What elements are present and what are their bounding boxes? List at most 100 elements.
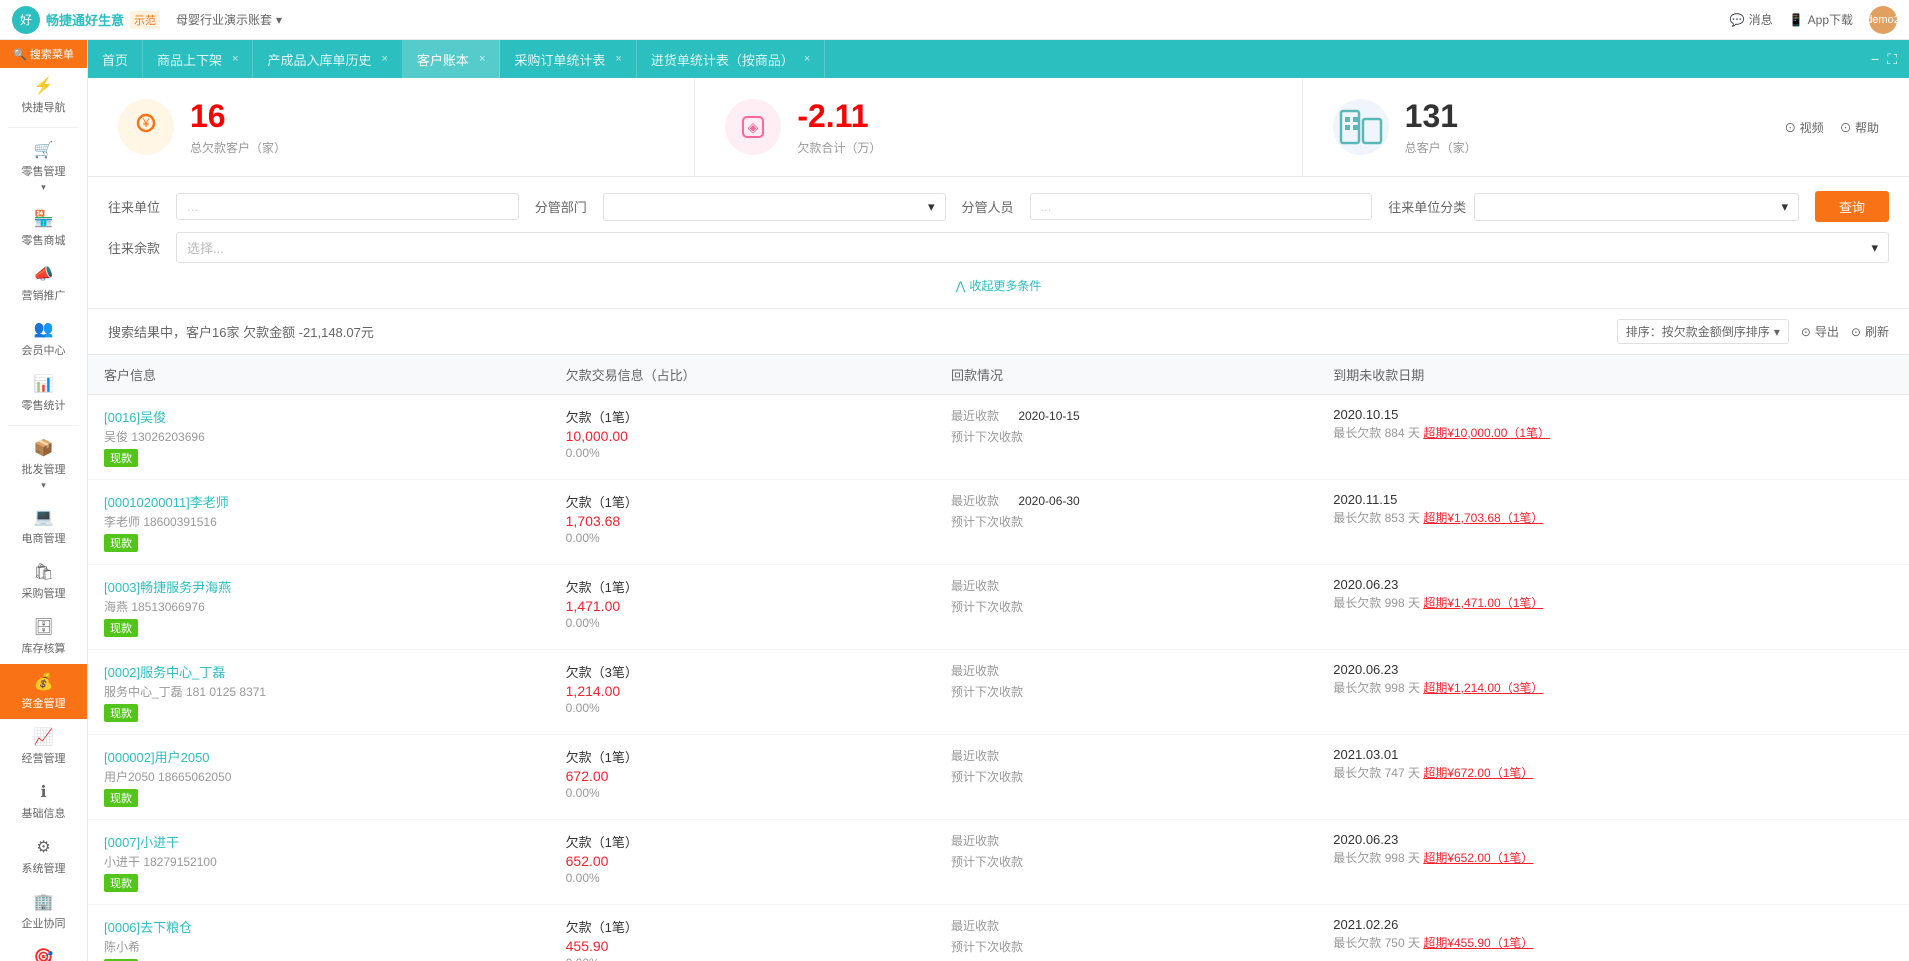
sort-select[interactable]: 排序：按欠款金额倒序排序 ▾ [1617, 319, 1789, 344]
recovery-next-4: 预计下次收款 [951, 768, 1301, 785]
tab-product-history[interactable]: 产成品入库单历史 × [253, 40, 402, 78]
tab-home[interactable]: 首页 [88, 40, 143, 78]
sidebar-item-quick-nav[interactable]: ⚡ 快捷导航 [0, 68, 87, 123]
sidebar-item-operations[interactable]: 📈 经营管理 [0, 719, 87, 774]
overdue-days-4: 最长欠款 747 天 超期¥672.00（1笔） [1333, 764, 1893, 781]
tab-close-customer-account[interactable]: × [479, 53, 485, 65]
sidebar-item-basic-info[interactable]: ℹ 基础信息 [0, 774, 87, 829]
overdue-days-6: 最长欠款 750 天 超期¥455.90（1笔） [1333, 934, 1893, 951]
customer-name-link-0[interactable]: [0016]吴俊 [104, 410, 166, 425]
cell-overdue-4: 2021.03.01 最长欠款 747 天 超期¥672.00（1笔） [1317, 735, 1909, 820]
overdue-amount-link-4[interactable]: 超期¥672.00（1笔） [1423, 766, 1533, 780]
sidebar-item-enterprise[interactable]: 🏢 企业协同 [0, 884, 87, 939]
sidebar-item-system[interactable]: ⚙ 系统管理 [0, 829, 87, 884]
overdue-amount-link-5[interactable]: 超期¥652.00（1笔） [1423, 851, 1533, 865]
company-select[interactable]: 母婴行业演示账套 ▾ [168, 7, 290, 32]
chevron-down-dept: ▾ [928, 199, 935, 215]
cell-customer-0: [0016]吴俊 吴俊 13026203696 现款 [88, 395, 550, 480]
customer-name-link-2[interactable]: [0003]畅捷服务尹海燕 [104, 580, 231, 595]
tab-purchase-summary[interactable]: 采购订单统计表 × [500, 40, 636, 78]
tab-customer-account[interactable]: 客户账本 × [403, 40, 500, 78]
unit-category-select[interactable]: ▾ [1474, 193, 1799, 221]
video-btn[interactable]: ⊙ 视频 [1784, 119, 1823, 136]
search-menu-btn[interactable]: 🔍 搜索菜单 [0, 40, 87, 68]
debt-count-2: 欠款（1笔） [566, 577, 919, 596]
tab-product-listing[interactable]: 商品上下架 × [143, 40, 253, 78]
total-customers-icon [1333, 99, 1389, 155]
svg-text:◈: ◈ [748, 119, 759, 135]
debt-count-1: 欠款（1笔） [566, 492, 919, 511]
customer-name-link-5[interactable]: [0007]小进干 [104, 835, 179, 850]
sidebar-item-inventory[interactable]: 🗄 库存核算 [0, 609, 87, 664]
stat-card-total-customers: 131 总客户（家） ⊙ 视频 ⊙ 帮助 [1303, 78, 1909, 176]
overdue-date-6: 2021.02.26 [1333, 917, 1893, 932]
customer-name-link-4[interactable]: [000002]用户2050 [104, 750, 210, 765]
filter-row-2: 往来余款 选择... ▾ [108, 232, 1889, 263]
chevron-down-sort: ▾ [1774, 325, 1780, 339]
cell-overdue-0: 2020.10.15 最长欠款 884 天 超期¥10,000.00（1笔） [1317, 395, 1909, 480]
avatar[interactable]: demo2 [1869, 6, 1897, 34]
tab-purchase-stats[interactable]: 进货单统计表（按商品） × [637, 40, 825, 78]
search-icon: 🔍 [13, 48, 27, 61]
customer-sub-0: 吴俊 13026203696 [104, 428, 534, 445]
cell-overdue-2: 2020.06.23 最长欠款 998 天 超期¥1,471.00（1笔） [1317, 565, 1909, 650]
overdue-amount-link-6[interactable]: 超期¥455.90（1笔） [1423, 936, 1533, 950]
overdue-amount-link-0[interactable]: 超期¥10,000.00（1笔） [1423, 426, 1550, 440]
customer-unit-input[interactable]: ... [176, 193, 519, 220]
person-input[interactable]: ... [1030, 193, 1373, 220]
customer-badge-5: 现款 [104, 874, 138, 892]
content-area: 首页 商品上下架 × 产成品入库单历史 × 客户账本 × 采购订单统计表 × [88, 40, 1909, 961]
cell-customer-5: [0007]小进干 小进干 18279152100 现款 [88, 820, 550, 905]
sidebar-item-batch-mgmt[interactable]: 📦 批发管理 ▾ [0, 430, 87, 499]
sidebar-item-member[interactable]: 👥 会员中心 [0, 311, 87, 366]
tab-close-product-listing[interactable]: × [232, 53, 238, 65]
help-btn[interactable]: ⊙ 帮助 [1840, 119, 1879, 136]
sidebar-item-retail-mgmt[interactable]: 🛒 零售管理 ▾ [0, 132, 87, 201]
stat-label-3: 总客户（家） [1405, 139, 1477, 156]
tab-close-purchase-stats[interactable]: × [804, 53, 810, 65]
app-wrapper: 好 畅捷通好生意 示范 母婴行业演示账套 ▾ 💬 消息 📱 App下载 demo… [0, 0, 1909, 961]
app-download-btn[interactable]: 📱 App下载 [1789, 11, 1853, 28]
maximize-icon[interactable]: ⛶ [1887, 51, 1897, 68]
query-button[interactable]: 查询 [1815, 191, 1889, 222]
tab-close-product-history[interactable]: × [381, 53, 387, 65]
export-btn[interactable]: ⊙ 导出 [1801, 323, 1839, 340]
page-content: ¥ 16 总欠款客户（家） ◈ -2.11 欠款合计（万） [88, 78, 1909, 961]
overdue-amount-link-3[interactable]: 超期¥1,214.00（3笔） [1423, 681, 1543, 695]
sidebar: 🔍 搜索菜单 ⚡ 快捷导航 🛒 零售管理 ▾ 🏪 零售商城 📣 营销推广 [0, 40, 88, 961]
overdue-amount-link-2[interactable]: 超期¥1,471.00（1笔） [1423, 596, 1543, 610]
customer-name-link-1[interactable]: [00010200011]李老师 [104, 495, 229, 510]
minimize-icon[interactable]: − [1871, 51, 1879, 67]
refresh-btn[interactable]: ⊙ 刷新 [1851, 323, 1889, 340]
balance-select[interactable]: 选择... ▾ [176, 232, 1889, 263]
customer-name-link-3[interactable]: [0002]服务中心_丁磊 [104, 665, 225, 680]
results-text: 搜索结果中，客户16家 欠款金额 -21,148.07元 [108, 322, 374, 341]
sidebar-item-capital[interactable]: 💰 资金管理 [0, 664, 87, 719]
stat-card-debt-total: ◈ -2.11 欠款合计（万） [695, 78, 1302, 176]
filter-label-person: 分管人员 [962, 197, 1022, 216]
overdue-amount-link-1[interactable]: 超期¥1,703.68（1笔） [1423, 511, 1543, 525]
department-select[interactable]: ▾ [603, 193, 946, 221]
stat-info-3: 131 总客户（家） [1405, 98, 1477, 156]
customer-name-link-6[interactable]: [0006]去下粮仓 [104, 920, 192, 935]
overdue-days-2: 最长欠款 998 天 超期¥1,471.00（1笔） [1333, 594, 1893, 611]
recovery-next-0: 预计下次收款 [951, 428, 1301, 445]
sidebar-item-ecommerce[interactable]: 💻 电商管理 [0, 499, 87, 554]
recovery-label-5: 最近收款 [951, 832, 1301, 849]
table-row: [0016]吴俊 吴俊 13026203696 现款 欠款（1笔） 10,000… [88, 395, 1909, 480]
header-row: 客户信息 欠款交易信息（占比） 回款情况 到期未收款日期 [88, 355, 1909, 395]
sidebar-item-newbie[interactable]: 🎯 新手引导 [0, 939, 87, 961]
sidebar-item-marketing[interactable]: 📣 营销推广 [0, 256, 87, 311]
table-row: [000002]用户2050 用户2050 18665062050 现款 欠款（… [88, 735, 1909, 820]
cell-customer-2: [0003]畅捷服务尹海燕 海燕 18513066976 现款 [88, 565, 550, 650]
sidebar-item-retail-stats[interactable]: 📊 零售统计 [0, 366, 87, 421]
marketing-icon: 📣 [34, 264, 54, 284]
tab-close-purchase-summary[interactable]: × [615, 53, 621, 65]
recovery-next-2: 预计下次收款 [951, 598, 1301, 615]
sidebar-item-retail-store[interactable]: 🏪 零售商城 [0, 201, 87, 256]
tabs-bar: 首页 商品上下架 × 产成品入库单历史 × 客户账本 × 采购订单统计表 × [88, 40, 1909, 78]
sidebar-item-purchase[interactable]: 🛍 采购管理 [0, 554, 87, 609]
cell-debt-0: 欠款（1笔） 10,000.00 0.00% [550, 395, 935, 480]
messages-btn[interactable]: 💬 消息 [1730, 11, 1773, 28]
collapse-filters-btn[interactable]: ⋀ 收起更多条件 [108, 273, 1889, 298]
